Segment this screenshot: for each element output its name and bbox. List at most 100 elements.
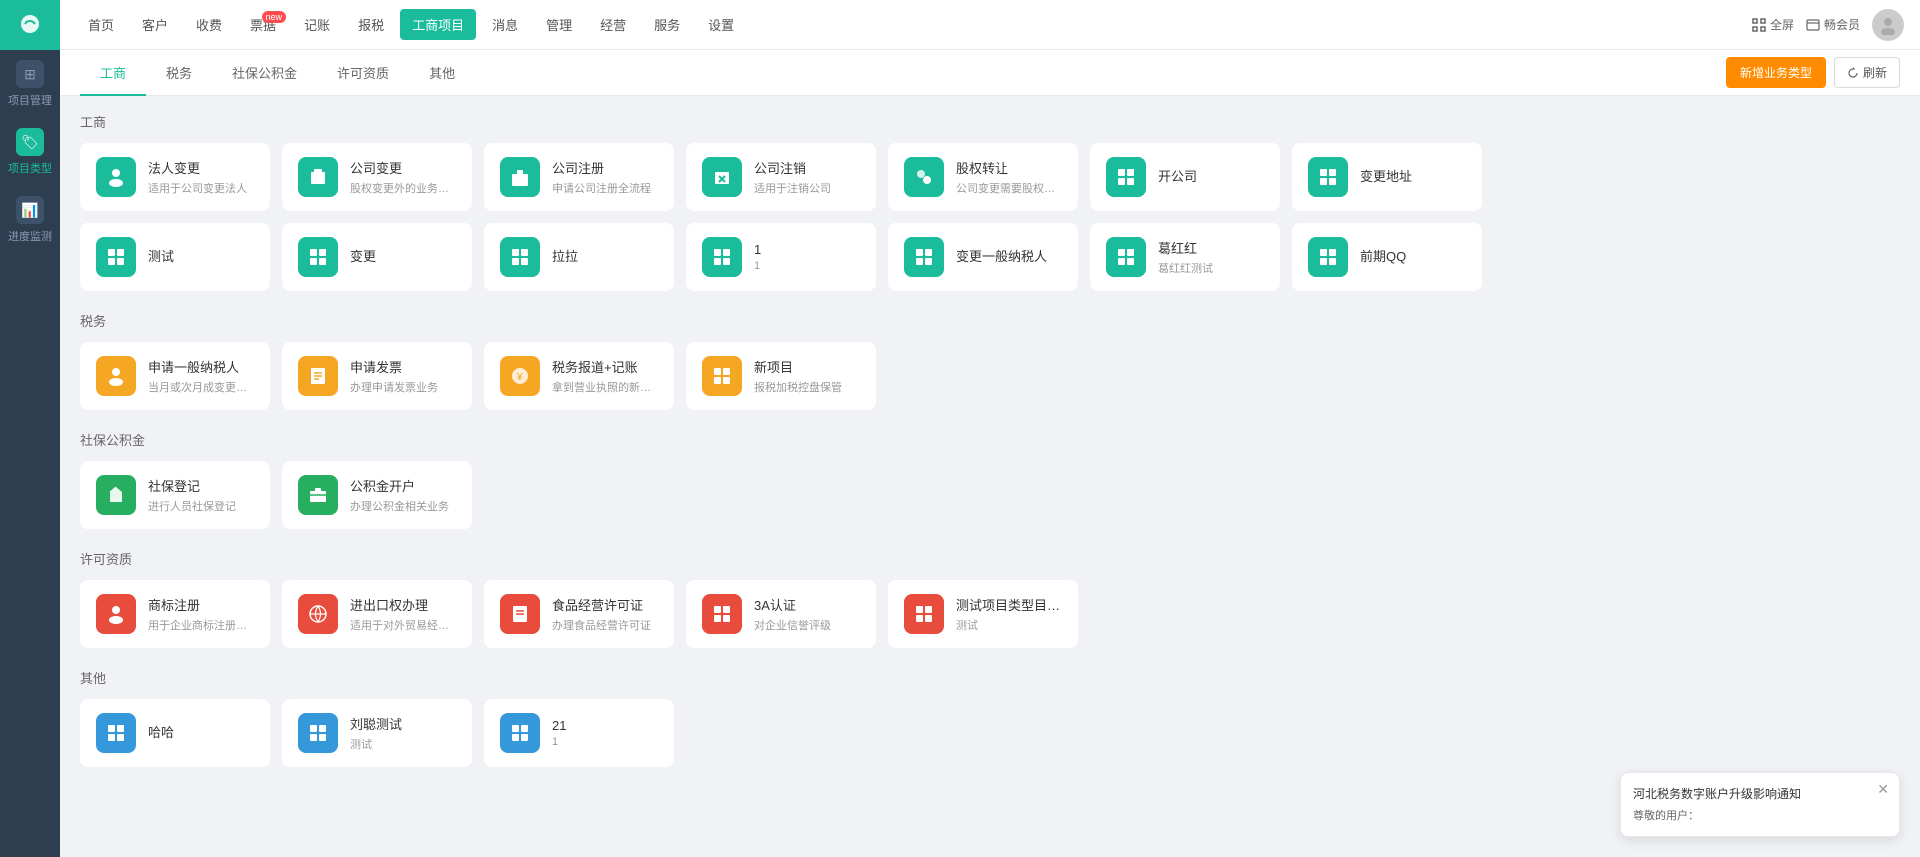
member-button[interactable]: 畅会员 <box>1806 16 1860 33</box>
card-icon <box>96 594 136 634</box>
card-shuiwu-baodao[interactable]: ¥ 税务报道+记账 拿到营业执照的新公司 <box>484 342 674 410</box>
card-title: 1 <box>754 242 860 257</box>
card-gehonghong[interactable]: 葛红红 葛红红测试 <box>1090 223 1280 291</box>
card-title: 开公司 <box>1158 166 1264 185</box>
card-haha[interactable]: 哈哈 <box>80 699 270 767</box>
card-title: 变更地址 <box>1360 166 1466 185</box>
card-icon <box>500 157 540 197</box>
tab-other[interactable]: 其他 <box>409 51 475 96</box>
card-desc: 1 <box>754 260 860 272</box>
card-ceshi-xiangmu[interactable]: 测试项目类型目定义 测试 <box>888 580 1078 648</box>
sidebar-item-project-manage[interactable]: ⊞ 项目管理 <box>0 50 60 118</box>
card-gongjijin-kaihu[interactable]: 公积金开户 办理公积金相关业务 <box>282 461 472 529</box>
card-info: 拉拉 <box>552 246 658 268</box>
tab-shebao[interactable]: 社保公积金 <box>212 51 317 96</box>
card-gongsi-zhuxiao[interactable]: 公司注销 适用于注销公司 <box>686 143 876 211</box>
card-3a-renzheng[interactable]: 3A认证 对企业信誉评级 <box>686 580 876 648</box>
nav-settings[interactable]: 设置 <box>696 9 746 40</box>
card-icon <box>96 713 136 753</box>
card-shipin-xuke[interactable]: 食品经营许可证 办理食品经营许可证 <box>484 580 674 648</box>
sidebar-item-project-type[interactable]: 🏷 项目类型 <box>0 118 60 186</box>
card-shebao-dengji[interactable]: 社保登记 进行人员社保登记 <box>80 461 270 529</box>
card-icon <box>96 157 136 197</box>
card-desc: 适用于对外贸易经营者 <box>350 617 456 633</box>
card-desc: 股权变更外的业务变更 <box>350 180 456 196</box>
card-lala[interactable]: 拉拉 <box>484 223 674 291</box>
notification-close-button[interactable]: ✕ <box>1877 781 1889 798</box>
sidebar: ⊞ 项目管理 🏷 项目类型 📊 进度监测 <box>0 0 60 857</box>
member-icon <box>1806 18 1820 32</box>
card-desc: 报税加税控盘保管 <box>754 379 860 395</box>
card-qianqi-qq[interactable]: 前期QQ <box>1292 223 1482 291</box>
xuke-section: 许可资质 商标注册 用于企业商标注册服务 <box>80 549 1900 648</box>
card-icon <box>500 713 540 753</box>
card-icon <box>702 237 742 277</box>
card-icon <box>96 356 136 396</box>
card-title: 股权转让 <box>956 158 1062 177</box>
card-21[interactable]: 21 1 <box>484 699 674 767</box>
avatar[interactable] <box>1872 9 1904 41</box>
tab-shuiwu[interactable]: 税务 <box>146 51 212 96</box>
card-guquan-zhuanrang[interactable]: 股权转让 公司变更需要股权转让 <box>888 143 1078 211</box>
nav-manage[interactable]: 管理 <box>534 9 584 40</box>
card-info: 食品经营许可证 办理食品经营许可证 <box>552 595 658 633</box>
card-shangbiao-zhuce[interactable]: 商标注册 用于企业商标注册服务 <box>80 580 270 648</box>
card-faren-biangeng[interactable]: 法人变更 适用于公司变更法人 <box>80 143 270 211</box>
card-title: 刘聪测试 <box>350 714 456 733</box>
card-biangeng-納税[interactable]: 变更一般纳税人 <box>888 223 1078 291</box>
nav-service[interactable]: 服务 <box>642 9 692 40</box>
card-icon <box>500 594 540 634</box>
card-desc: 1 <box>552 736 658 748</box>
card-icon <box>1106 237 1146 277</box>
card-info: 3A认证 对企业信誉评级 <box>754 595 860 633</box>
card-info: 变更地址 <box>1360 166 1466 188</box>
card-desc: 申请公司注册全流程 <box>552 180 658 196</box>
card-jinchukouquan[interactable]: 进出口权办理 适用于对外贸易经营者 <box>282 580 472 648</box>
card-biangeng-dizhi[interactable]: 变更地址 <box>1292 143 1482 211</box>
card-gongsi-zhuce[interactable]: 公司注册 申请公司注册全流程 <box>484 143 674 211</box>
nav-tax[interactable]: 报税 <box>346 9 396 40</box>
nav-ticket[interactable]: 票据 new <box>238 9 288 40</box>
card-icon: ¥ <box>500 356 540 396</box>
notification-content: 尊敬的用户： <box>1633 808 1887 825</box>
new-type-button[interactable]: 新增业务类型 <box>1726 57 1826 88</box>
card-gongsi-biangeng[interactable]: 公司变更 股权变更外的业务变更 <box>282 143 472 211</box>
card-shenqing-納税[interactable]: 申请一般纳税人 当月或次月成变更完成 <box>80 342 270 410</box>
other-section: 其他 哈哈 <box>80 668 1900 767</box>
nav-customer[interactable]: 客户 <box>130 9 180 40</box>
notification-title: 河北税务数字账户升级影响通知 <box>1633 785 1887 802</box>
nav-billing[interactable]: 收费 <box>184 9 234 40</box>
card-xin-xiangmu[interactable]: 新项目 报税加税控盘保管 <box>686 342 876 410</box>
card-title: 变更 <box>350 246 456 265</box>
card-icon <box>298 237 338 277</box>
card-1[interactable]: 1 1 <box>686 223 876 291</box>
nav-message[interactable]: 消息 <box>480 9 530 40</box>
refresh-button[interactable]: 刷新 <box>1834 57 1900 88</box>
main-container: 首页 客户 收费 票据 new 记账 报税 工商项目 消息 管理 经营 服务 设… <box>60 0 1920 857</box>
card-title: 公司变更 <box>350 158 456 177</box>
sidebar-logo[interactable] <box>0 0 60 50</box>
card-info: 测试项目类型目定义 测试 <box>956 595 1062 633</box>
card-ceshi[interactable]: 测试 <box>80 223 270 291</box>
svg-text:¥: ¥ <box>516 372 523 383</box>
card-shenqing-fapiao[interactable]: 申请发票 办理申请发票业务 <box>282 342 472 410</box>
card-title: 公司注册 <box>552 158 658 177</box>
card-desc: 办理食品经营许可证 <box>552 617 658 633</box>
card-icon <box>298 475 338 515</box>
sidebar-item-progress[interactable]: 📊 进度监测 <box>0 186 60 254</box>
card-desc: 适用于注销公司 <box>754 180 860 196</box>
nav-account[interactable]: 记账 <box>292 9 342 40</box>
card-liucong-ceshi[interactable]: 刘聪测试 测试 <box>282 699 472 767</box>
fullscreen-button[interactable]: 全屏 <box>1752 16 1794 33</box>
card-kai-gongsi[interactable]: 开公司 <box>1090 143 1280 211</box>
card-biangeng[interactable]: 变更 <box>282 223 472 291</box>
gongshang-cards-row2: 测试 变更 <box>80 223 1900 291</box>
tab-gongshang[interactable]: 工商 <box>80 51 146 96</box>
nav-bizproject[interactable]: 工商项目 <box>400 9 476 40</box>
nav-home[interactable]: 首页 <box>76 9 126 40</box>
card-icon <box>298 157 338 197</box>
tab-xuke[interactable]: 许可资质 <box>317 51 409 96</box>
card-info: 申请一般纳税人 当月或次月成变更完成 <box>148 357 254 395</box>
card-info: 公司注销 适用于注销公司 <box>754 158 860 196</box>
nav-operation[interactable]: 经营 <box>588 9 638 40</box>
